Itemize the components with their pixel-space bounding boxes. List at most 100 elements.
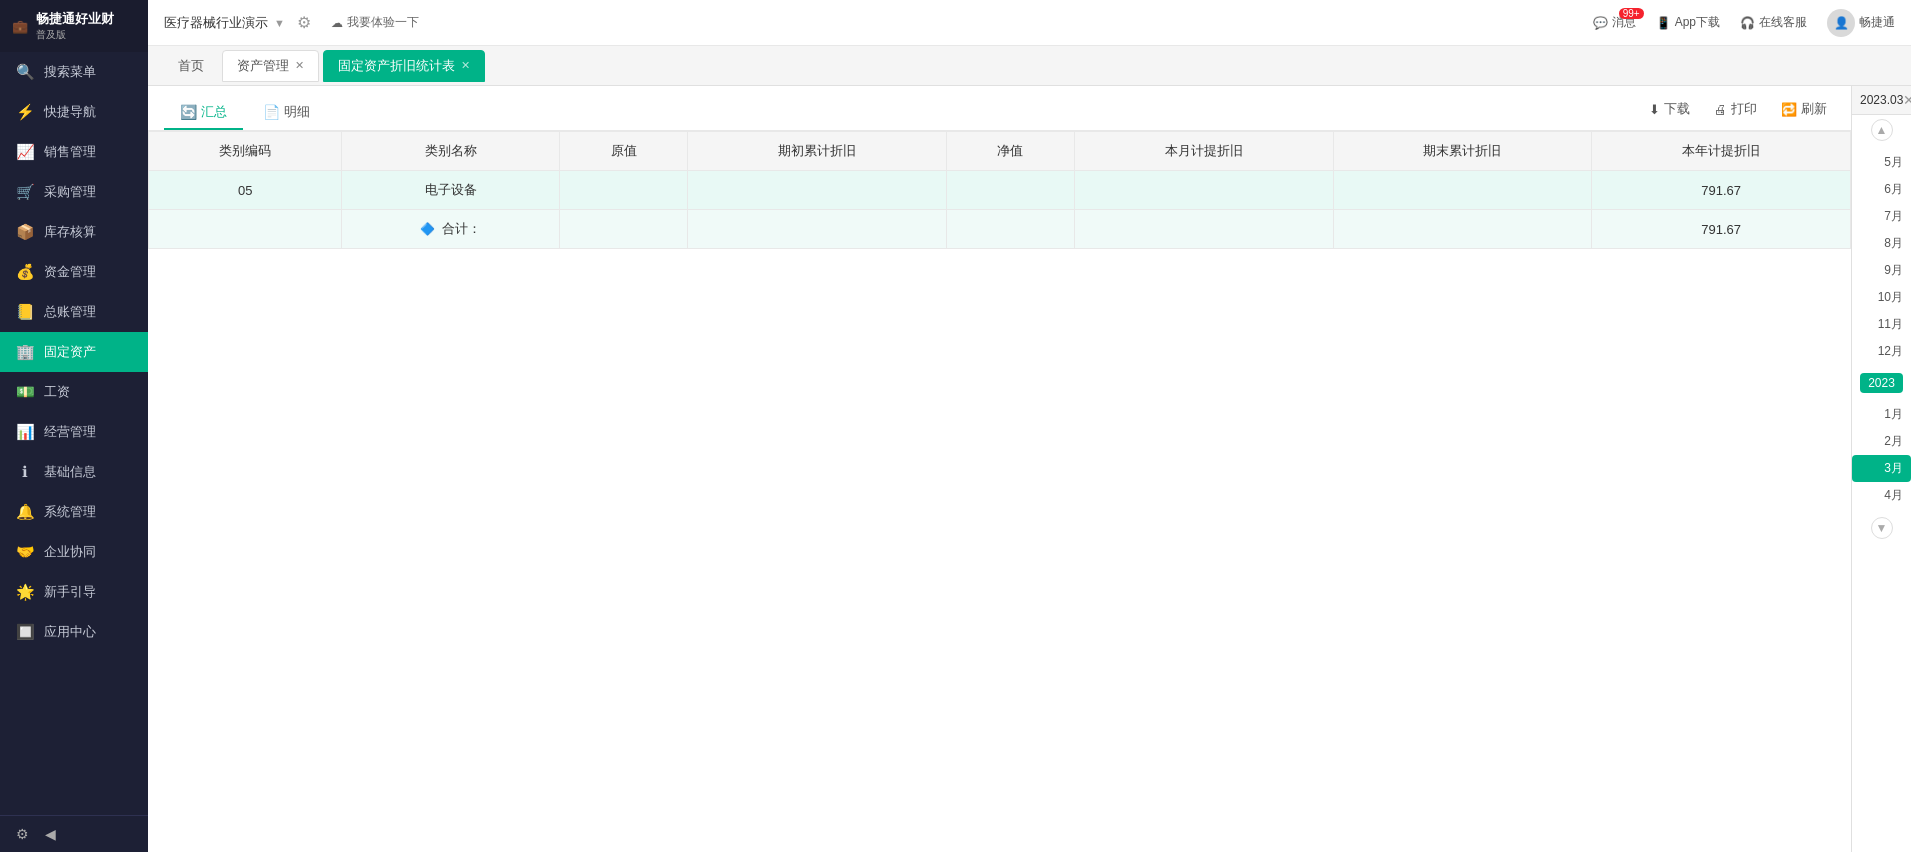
customer-service-button[interactable]: 🎧 在线客服 <box>1740 14 1807 31</box>
download-icon: ⬇ <box>1649 102 1660 117</box>
sidebar-icon-search: 🔍 <box>16 63 34 81</box>
sidebar-item-guide[interactable]: 🌟 新手引导 <box>0 572 148 612</box>
panel-close-icon[interactable]: ✕ <box>1903 92 1911 108</box>
subtotal-row: 🔷 合计： 791.67 <box>149 210 1851 249</box>
print-button[interactable]: 🖨 打印 <box>1706 96 1765 122</box>
sidebar-icon-system: 🔔 <box>16 503 34 521</box>
scroll-up-button[interactable]: ▲ <box>1852 115 1911 145</box>
notification-badge: 99+ <box>1619 8 1644 19</box>
customer-service-label: 在线客服 <box>1759 14 1807 31</box>
content: 🔄 汇总 📄 明细 ⬇ 下载 🖨 打印 <box>148 86 1851 852</box>
sidebar-icon-ledger: 📒 <box>16 303 34 321</box>
notification-icon: 💬 <box>1593 16 1608 30</box>
experience-button[interactable]: ☁ 我要体验一下 <box>331 14 419 31</box>
sidebar-item-system[interactable]: 🔔 系统管理 <box>0 492 148 532</box>
sidebar-label-system: 系统管理 <box>44 503 96 521</box>
sidebar-item-fund[interactable]: 💰 资金管理 <box>0 252 148 292</box>
experience-label: 我要体验一下 <box>347 14 419 31</box>
sidebar-item-app-center[interactable]: 🔲 应用中心 <box>0 612 148 652</box>
sidebar-item-search[interactable]: 🔍 搜索菜单 <box>0 52 148 92</box>
app-download-button[interactable]: 📱 App下载 <box>1656 14 1720 31</box>
month-7[interactable]: 7月 <box>1852 203 1911 230</box>
sidebar-label-inventory: 库存核算 <box>44 223 96 241</box>
col-initial-dep: 期初累计折旧 <box>688 132 947 171</box>
year-2023-months: 1月 2月 3月 4月 <box>1852 397 1911 513</box>
company-selector[interactable]: 医疗器械行业演示 ▼ <box>164 14 285 32</box>
sidebar-item-cooperation[interactable]: 🤝 企业协同 <box>0 532 148 572</box>
app-download-label: App下载 <box>1675 14 1720 31</box>
inner-tabs: 🔄 汇总 📄 明细 ⬇ 下载 🖨 打印 <box>148 86 1851 131</box>
user-menu[interactable]: 👤 畅捷通 <box>1827 9 1895 37</box>
sidebar-item-quick-nav[interactable]: ⚡ 快捷导航 <box>0 92 148 132</box>
download-button[interactable]: ⬇ 下载 <box>1641 96 1698 122</box>
subtotal-annual-dep: 791.67 <box>1592 210 1851 249</box>
company-name: 医疗器械行业演示 <box>164 14 268 32</box>
sidebar-label-sales: 销售管理 <box>44 143 96 161</box>
sidebar-logo: 💼 畅捷通好业财 普及版 <box>0 0 148 52</box>
scroll-down-circle[interactable]: ▼ <box>1871 517 1893 539</box>
tab-asset-management[interactable]: 资产管理 ✕ <box>222 50 319 82</box>
cell-net-value <box>946 171 1074 210</box>
month-8[interactable]: 8月 <box>1852 230 1911 257</box>
tab-home[interactable]: 首页 <box>164 51 218 81</box>
experience-cloud-icon: ☁ <box>331 16 343 30</box>
summary-icon: 🔄 <box>180 104 197 120</box>
tab-depreciation-close-icon[interactable]: ✕ <box>461 59 470 72</box>
sidebar: 💼 畅捷通好业财 普及版 🔍 搜索菜单 ⚡ 快捷导航 📈 销售管理 🛒 采购管理… <box>0 0 148 852</box>
tab-depreciation-table[interactable]: 固定资产折旧统计表 ✕ <box>323 50 485 82</box>
table-body: 05 电子设备 791.67 🔷 <box>149 171 1851 249</box>
sidebar-item-operations[interactable]: 📊 经营管理 <box>0 412 148 452</box>
scroll-down-button[interactable]: ▼ <box>1852 513 1911 543</box>
sidebar-icon-inventory: 📦 <box>16 223 34 241</box>
month-6[interactable]: 6月 <box>1852 176 1911 203</box>
print-icon: 🖨 <box>1714 102 1727 117</box>
tab-detail[interactable]: 📄 明细 <box>247 96 326 130</box>
topbar-gear-icon[interactable]: ⚙ <box>297 13 311 32</box>
subtotal-text: 合计： <box>442 221 481 236</box>
refresh-label: 刷新 <box>1801 100 1827 118</box>
subtotal-name-cell: 🔷 合计： <box>342 210 560 249</box>
month-2023-1[interactable]: 1月 <box>1852 401 1911 428</box>
sidebar-item-basic-info[interactable]: ℹ 基础信息 <box>0 452 148 492</box>
month-12[interactable]: 12月 <box>1852 338 1911 365</box>
app-title: 畅捷通好业财 <box>36 10 114 28</box>
month-9[interactable]: 9月 <box>1852 257 1911 284</box>
sidebar-icon-sales: 📈 <box>16 143 34 161</box>
sidebar-label-ledger: 总账管理 <box>44 303 96 321</box>
col-end-dep: 期末累计折旧 <box>1333 132 1592 171</box>
cell-end-dep <box>1333 171 1592 210</box>
sidebar-item-payroll[interactable]: 💵 工资 <box>0 372 148 412</box>
sidebar-item-purchase[interactable]: 🛒 采购管理 <box>0 172 148 212</box>
download-label: 下载 <box>1664 100 1690 118</box>
sidebar-label-operations: 经营管理 <box>44 423 96 441</box>
app-subtitle: 普及版 <box>36 28 114 42</box>
month-2023-3[interactable]: 3月 <box>1852 455 1911 482</box>
sidebar-item-inventory[interactable]: 📦 库存核算 <box>0 212 148 252</box>
year-2023: 2023 <box>1852 369 1911 397</box>
sidebar-item-ledger[interactable]: 📒 总账管理 <box>0 292 148 332</box>
refresh-button[interactable]: 🔁 刷新 <box>1773 96 1835 122</box>
sidebar-label-fixed-assets: 固定资产 <box>44 343 96 361</box>
month-10[interactable]: 10月 <box>1852 284 1911 311</box>
year-2023-badge[interactable]: 2023 <box>1860 373 1903 393</box>
sidebar-icon-guide: 🌟 <box>16 583 34 601</box>
sidebar-label-fund: 资金管理 <box>44 263 96 281</box>
sidebar-icon-basic-info: ℹ <box>16 463 34 481</box>
settings-icon[interactable]: ⚙ <box>16 826 29 842</box>
topbar-right: 💬 消息 99+ 📱 App下载 🎧 在线客服 👤 畅捷通 <box>1593 9 1895 37</box>
collapse-icon[interactable]: ◀ <box>45 826 56 842</box>
month-11[interactable]: 11月 <box>1852 311 1911 338</box>
scroll-up-circle[interactable]: ▲ <box>1871 119 1893 141</box>
depreciation-table: 类别编码 类别名称 原值 期初累计折旧 净值 本月计提折旧 期末累计折旧 本年计… <box>148 131 1851 249</box>
table-wrap: 类别编码 类别名称 原值 期初累计折旧 净值 本月计提折旧 期末累计折旧 本年计… <box>148 131 1851 852</box>
tab-asset-close-icon[interactable]: ✕ <box>295 59 304 72</box>
sidebar-item-sales[interactable]: 📈 销售管理 <box>0 132 148 172</box>
tab-summary[interactable]: 🔄 汇总 <box>164 96 243 130</box>
month-5[interactable]: 5月 <box>1852 149 1911 176</box>
col-name: 类别名称 <box>342 132 560 171</box>
month-2023-2[interactable]: 2月 <box>1852 428 1911 455</box>
topbar: 医疗器械行业演示 ▼ ⚙ ☁ 我要体验一下 💬 消息 99+ 📱 App下载 🎧… <box>148 0 1911 46</box>
month-2023-4[interactable]: 4月 <box>1852 482 1911 509</box>
notification-button[interactable]: 💬 消息 99+ <box>1593 14 1636 31</box>
sidebar-item-fixed-assets[interactable]: 🏢 固定资产 <box>0 332 148 372</box>
